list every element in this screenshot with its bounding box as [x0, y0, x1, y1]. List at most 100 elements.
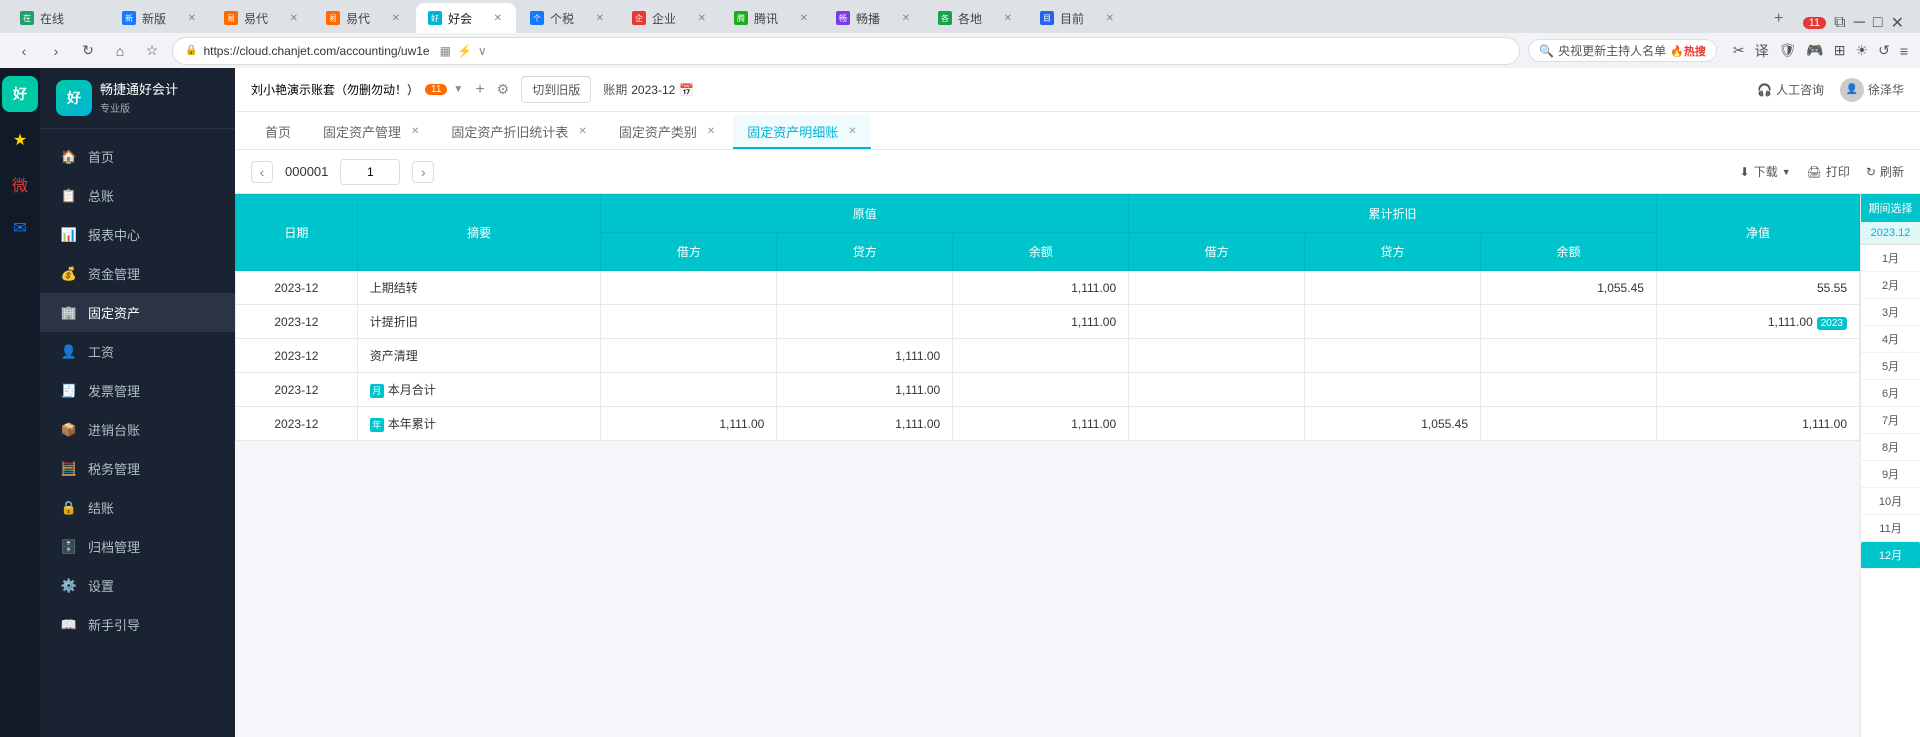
switch-version-button[interactable]: 切到旧版: [521, 76, 591, 103]
refresh-button[interactable]: ↻ 刷新: [1866, 163, 1904, 180]
tab-close-tab8[interactable]: ✕: [798, 11, 810, 26]
next-page-button[interactable]: ›: [412, 161, 434, 183]
period-month-11月[interactable]: 11月: [1861, 515, 1920, 542]
table-wrapper[interactable]: 日期 摘要 原值 累计折旧 净值 借方 贷方 余额 借方: [235, 194, 1860, 737]
page-tab-close-tab-fixed-mgmt[interactable]: ✕: [411, 126, 419, 137]
period-month-7月[interactable]: 7月: [1861, 407, 1920, 434]
sidebar-item-inventory[interactable]: 📦进销台账: [40, 410, 235, 449]
mail-icon[interactable]: ✉: [4, 212, 36, 244]
calendar-icon[interactable]: 📅: [679, 83, 694, 97]
weibo-icon[interactable]: 微: [4, 168, 36, 200]
print-button[interactable]: 🖨 打印: [1807, 163, 1850, 180]
period-month-4月[interactable]: 4月: [1861, 326, 1920, 353]
tab-close-tab9[interactable]: ✕: [900, 11, 912, 26]
help-button[interactable]: 🎧 人工咨询: [1757, 81, 1824, 98]
maximize-btn[interactable]: □: [1873, 14, 1883, 32]
sidebar-item-tax[interactable]: 🧮税务管理: [40, 449, 235, 488]
browser-tab-tab5[interactable]: 好好会✕: [416, 3, 516, 33]
scissors-icon[interactable]: ✂: [1733, 42, 1745, 59]
sidebar-item-report[interactable]: 📊报表中心: [40, 215, 235, 254]
tab-close-tab4[interactable]: ✕: [390, 11, 402, 26]
browser-tab-tab9[interactable]: 畅畅播✕: [824, 3, 924, 33]
period-month-5月[interactable]: 5月: [1861, 353, 1920, 380]
sun-icon[interactable]: ☀: [1856, 42, 1869, 59]
sidebar-item-closing[interactable]: 🔒结账: [40, 488, 235, 527]
browser-tab-tab3[interactable]: 易易代✕: [212, 3, 312, 33]
period-month-10月[interactable]: 10月: [1861, 488, 1920, 515]
browser-tab-tab4[interactable]: 易易代✕: [314, 3, 414, 33]
home-browser-button[interactable]: ⌂: [108, 39, 132, 63]
page-tab-close-tab-fixed-cat[interactable]: ✕: [707, 126, 715, 137]
amount-cell: [1481, 407, 1657, 441]
period-month-12月[interactable]: 12月: [1861, 542, 1920, 569]
download-dropdown-icon[interactable]: ▼: [1782, 167, 1791, 177]
browser-tab-tab1[interactable]: 在在线: [8, 3, 108, 33]
browser-tab-tab6[interactable]: 个个税✕: [518, 3, 618, 33]
sidebar-item-fund[interactable]: 💰资金管理: [40, 254, 235, 293]
minimize-btn[interactable]: ─: [1854, 14, 1865, 32]
search-bar[interactable]: 🔍 央视更新主持人名单 🔥热搜: [1528, 39, 1717, 62]
gamepad-icon[interactable]: 🎮: [1806, 42, 1823, 59]
sidebar-item-invoice[interactable]: 🧾发票管理: [40, 371, 235, 410]
tab-close-tab10[interactable]: ✕: [1002, 11, 1014, 26]
user-menu[interactable]: 👤 徐泽华: [1840, 78, 1904, 102]
app-logo-icon[interactable]: 好: [2, 76, 38, 112]
page-tab-tab-fixed-dep-stat[interactable]: 固定资产折旧统计表✕: [437, 115, 600, 149]
restore-btn[interactable]: ⧉: [1834, 14, 1845, 32]
page-tab-tab-fixed-detail[interactable]: 固定资产明细账✕: [733, 115, 870, 149]
star-icon[interactable]: ★: [4, 124, 36, 156]
dropdown-icon[interactable]: ∨: [478, 44, 487, 58]
page-tab-tab-fixed-cat[interactable]: 固定资产类别✕: [605, 115, 729, 149]
reload-button[interactable]: ↻: [76, 39, 100, 63]
page-number-input[interactable]: [340, 159, 400, 185]
tab-close-tab3[interactable]: ✕: [288, 11, 300, 26]
account-selector[interactable]: 刘小艳演示账套（勿删勿动！） 11 ▼: [251, 81, 463, 98]
browser-tab-tab8[interactable]: 腾腾讯✕: [722, 3, 822, 33]
download-button[interactable]: ⬇ 下载 ▼: [1740, 163, 1791, 180]
bookmark-button[interactable]: ☆: [140, 39, 164, 63]
undo-icon[interactable]: ↺: [1878, 42, 1890, 59]
tab-close-tab6[interactable]: ✕: [594, 11, 606, 26]
period-month-3月[interactable]: 3月: [1861, 299, 1920, 326]
account-dropdown-icon[interactable]: ▼: [453, 84, 463, 95]
tab-close-tab11[interactable]: ✕: [1104, 11, 1116, 26]
prev-page-button[interactable]: ‹: [251, 161, 273, 183]
browser-tab-tab7[interactable]: 企企业✕: [620, 3, 720, 33]
shield-icon[interactable]: 🛡: [1779, 42, 1797, 59]
period-year-selected[interactable]: 2023.12: [1861, 222, 1920, 245]
browser-tab-tab2[interactable]: 新新版✕: [110, 3, 210, 33]
add-account-btn[interactable]: +: [475, 81, 484, 99]
period-month-1月[interactable]: 1月: [1861, 245, 1920, 272]
close-browser-btn[interactable]: ✕: [1891, 13, 1904, 33]
sidebar-item-fixed[interactable]: 🏢固定资产: [40, 293, 235, 332]
date-header: 日期: [236, 195, 358, 271]
sidebar-item-guide[interactable]: 📖新手引导: [40, 605, 235, 644]
period-month-6月[interactable]: 6月: [1861, 380, 1920, 407]
back-button[interactable]: ‹: [12, 39, 36, 63]
sidebar-item-ledger[interactable]: 📋总账: [40, 176, 235, 215]
sidebar-item-settings[interactable]: ⚙️设置: [40, 566, 235, 605]
menu-icon[interactable]: ≡: [1900, 43, 1908, 59]
sidebar-item-archive[interactable]: 🗄️归档管理: [40, 527, 235, 566]
page-tab-tab-fixed-mgmt[interactable]: 固定资产管理✕: [309, 115, 433, 149]
forward-button[interactable]: ›: [44, 39, 68, 63]
tab-close-tab2[interactable]: ✕: [186, 11, 198, 26]
account-count-badge: 11: [425, 84, 447, 95]
period-month-9月[interactable]: 9月: [1861, 461, 1920, 488]
translate-icon[interactable]: 译: [1755, 41, 1769, 61]
period-month-2月[interactable]: 2月: [1861, 272, 1920, 299]
new-tab-button[interactable]: +: [1765, 5, 1793, 33]
browser-tab-tab10[interactable]: 各各地✕: [926, 3, 1026, 33]
page-tab-tab-home[interactable]: 首页: [251, 115, 305, 149]
settings-icon[interactable]: ⚙: [497, 81, 510, 98]
tab-close-tab5[interactable]: ✕: [492, 11, 504, 26]
sidebar-item-salary[interactable]: 👤工资: [40, 332, 235, 371]
period-month-8月[interactable]: 8月: [1861, 434, 1920, 461]
address-bar[interactable]: 🔒 https://cloud.chanjet.com/accounting/u…: [172, 37, 1520, 65]
grid-icon[interactable]: ⊞: [1834, 42, 1846, 59]
browser-tab-tab11[interactable]: 目目前✕: [1028, 3, 1128, 33]
page-tab-close-tab-fixed-dep-stat[interactable]: ✕: [578, 126, 586, 137]
page-tab-close-tab-fixed-detail[interactable]: ✕: [848, 126, 856, 137]
tab-close-tab7[interactable]: ✕: [696, 11, 708, 26]
sidebar-item-home[interactable]: 🏠首页: [40, 137, 235, 176]
